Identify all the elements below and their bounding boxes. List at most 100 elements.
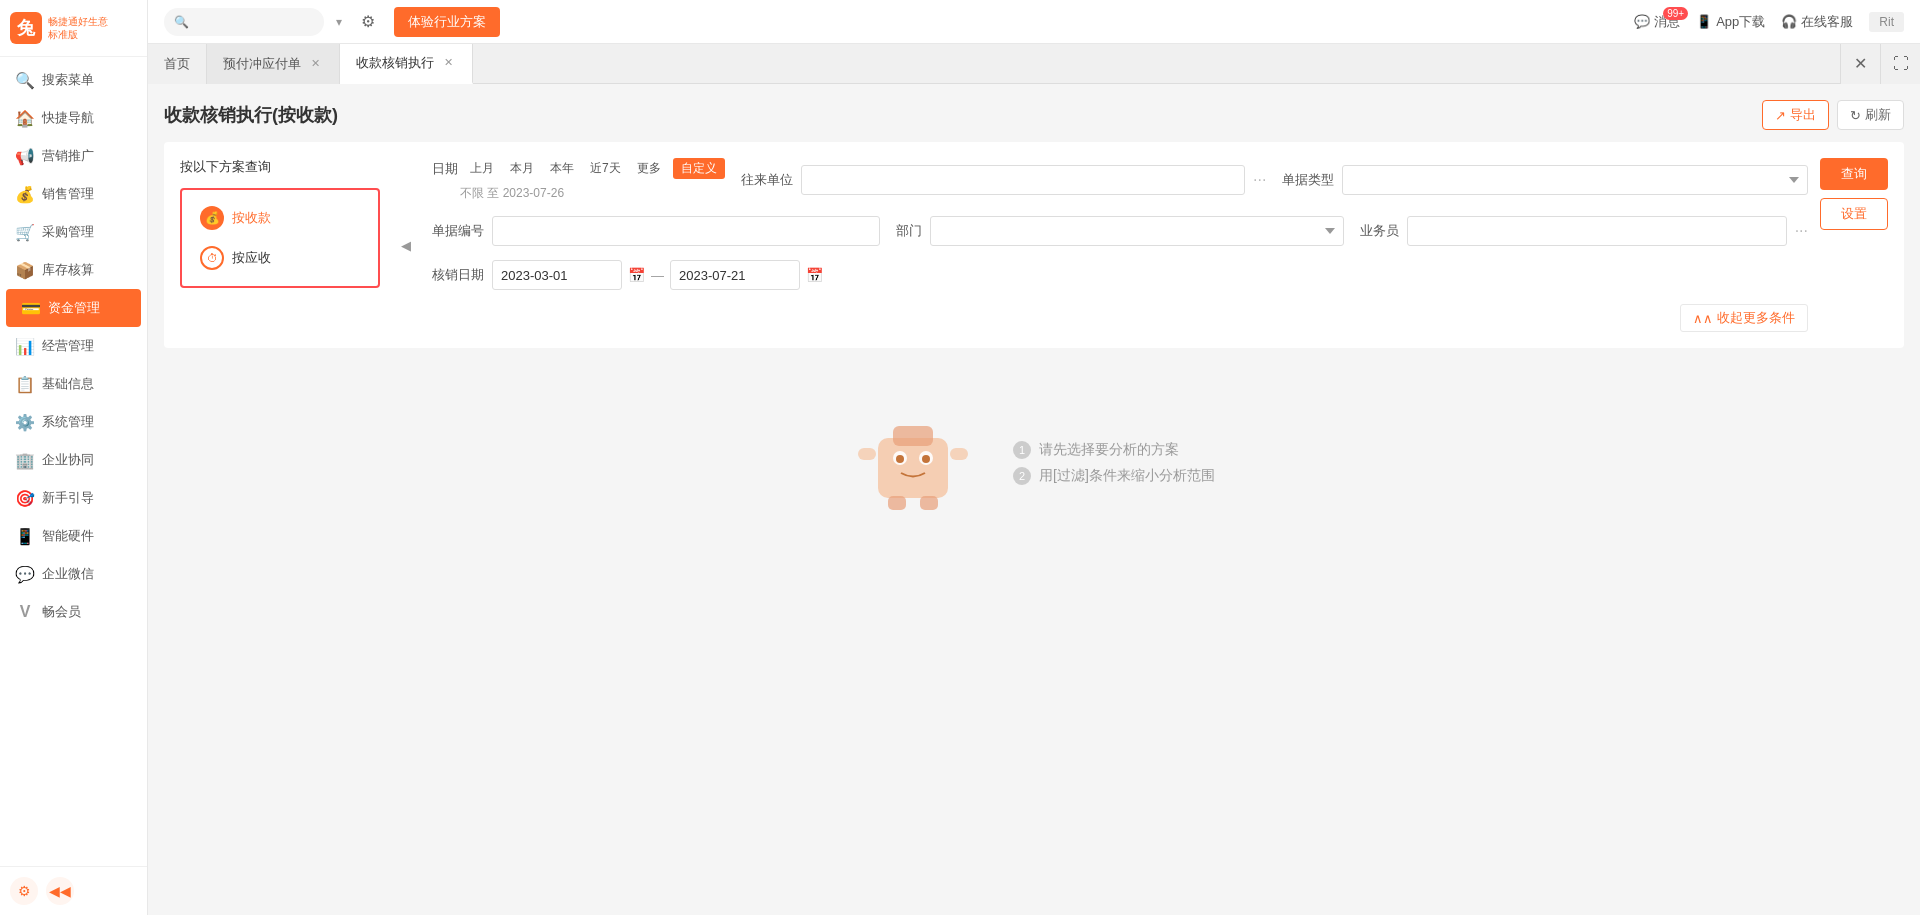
- svg-rect-8: [888, 496, 906, 510]
- offset-date-end[interactable]: [670, 260, 800, 290]
- query-btn[interactable]: 查询: [1820, 158, 1888, 190]
- sidebar-item-sales[interactable]: 💰 销售管理: [0, 175, 147, 213]
- sidebar-item-smart-hw[interactable]: 📱 智能硬件: [0, 517, 147, 555]
- filter-by-receivable[interactable]: ⏱ 按应收: [190, 238, 370, 278]
- topbar: 🔍 ▾ ⚙ 体验行业方案 💬 消息 99+ 📱 App下载 🎧 在线客服 Rit: [148, 0, 1920, 44]
- tab-receipt-offset[interactable]: 收款核销执行 ✕: [340, 44, 473, 84]
- sidebar-item-purchase[interactable]: 🛒 采购管理: [0, 213, 147, 251]
- app-logo: 兔 畅捷通好生意 标准版: [0, 0, 147, 57]
- salesman-input[interactable]: [1407, 216, 1787, 246]
- empty-tips: 1 请先选择要分析的方案 2 用[过滤]条件来缩小分析范围: [1013, 441, 1215, 485]
- sidebar-menu: 🔍 搜索菜单 🏠 快捷导航 📢 营销推广 💰 销售管理 🛒 采购管理 📦 库存核…: [0, 57, 147, 866]
- empty-tip-2: 2 用[过滤]条件来缩小分析范围: [1013, 467, 1215, 485]
- tab-expand-btn[interactable]: ⛶: [1880, 44, 1920, 84]
- page-title: 收款核销执行(按收款): [164, 103, 338, 127]
- date-custom-btn[interactable]: 自定义: [673, 158, 725, 179]
- form-group-salesman: 业务员 ···: [1360, 216, 1808, 246]
- salesman-label: 业务员: [1360, 222, 1399, 240]
- filter-sidebar-box: 💰 按收款 ⏱ 按应收: [180, 188, 380, 288]
- search-form-buttons: 查询 设置: [1820, 158, 1888, 332]
- department-select[interactable]: [930, 216, 1344, 246]
- svg-rect-6: [858, 448, 876, 460]
- logo-icon: 兔: [10, 12, 42, 44]
- solution-btn[interactable]: 体验行业方案: [394, 7, 500, 37]
- online-service-btn[interactable]: 🎧 在线客服: [1781, 13, 1853, 31]
- settings-bottom-btn[interactable]: ⚙: [10, 877, 38, 905]
- form-group-date: 日期 上月 本月 本年 近7天 更多 自定义: [432, 158, 725, 202]
- app-download-btn[interactable]: 📱 App下载: [1696, 13, 1765, 31]
- export-btn[interactable]: ↗ 导出: [1762, 100, 1829, 130]
- date-quick-select: 上月 本月 本年 近7天 更多 自定义: [466, 158, 725, 179]
- date-btn-7days[interactable]: 近7天: [586, 158, 625, 179]
- collapse-sidebar-btn[interactable]: ◀◀: [46, 877, 74, 905]
- doc-type-select[interactable]: [1342, 165, 1808, 195]
- date-btn-last-month[interactable]: 上月: [466, 158, 498, 179]
- sidebar-item-vip[interactable]: V 畅会员: [0, 593, 147, 631]
- sidebar-item-basic-info[interactable]: 📋 基础信息: [0, 365, 147, 403]
- calendar-end-icon[interactable]: 📅: [806, 267, 823, 283]
- basic-info-icon: 📋: [16, 375, 34, 393]
- date-label: 日期: [432, 160, 458, 178]
- sidebar-item-inventory[interactable]: 📦 库存核算: [0, 251, 147, 289]
- purchase-icon: 🛒: [16, 223, 34, 241]
- svg-point-5: [922, 455, 930, 463]
- refresh-btn[interactable]: ↻ 刷新: [1837, 100, 1904, 130]
- form-group-doc-number: 单据编号: [432, 216, 880, 246]
- svg-rect-1: [893, 426, 933, 446]
- form-row-3: 核销日期 📅 — 📅: [432, 260, 1808, 290]
- calendar-start-icon[interactable]: 📅: [628, 267, 645, 283]
- topbar-right: 💬 消息 99+ 📱 App下载 🎧 在线客服 Rit: [1634, 12, 1904, 32]
- finance-icon: 💳: [22, 299, 40, 317]
- date-btn-more[interactable]: 更多: [633, 158, 665, 179]
- search-menu-icon: 🔍: [16, 71, 34, 89]
- sidebar-item-enterprise[interactable]: 🏢 企业协同: [0, 441, 147, 479]
- topbar-dropdown-arrow[interactable]: ▾: [336, 15, 342, 29]
- offset-date-start[interactable]: [492, 260, 622, 290]
- tip-num-1: 1: [1013, 441, 1031, 459]
- sidebar-item-quick-nav[interactable]: 🏠 快捷导航: [0, 99, 147, 137]
- filter-by-receipt[interactable]: 💰 按收款: [190, 198, 370, 238]
- sidebar-item-guide[interactable]: 🎯 新手引导: [0, 479, 147, 517]
- svg-rect-7: [950, 448, 968, 460]
- offset-date-range: 📅 — 📅: [492, 260, 823, 290]
- date-btn-this-year[interactable]: 本年: [546, 158, 578, 179]
- filter-panel: 按以下方案查询 💰 按收款 ⏱ 按应收 ◀: [164, 142, 1904, 348]
- tab-prepay[interactable]: 预付冲应付单 ✕: [207, 44, 340, 84]
- topbar-gear-btn[interactable]: ⚙: [354, 8, 382, 36]
- sidebar-bottom: ⚙ ◀◀: [0, 866, 147, 915]
- date-btn-this-month[interactable]: 本月: [506, 158, 538, 179]
- operation-icon: 📊: [16, 337, 34, 355]
- message-badge[interactable]: 💬 消息 99+: [1634, 13, 1680, 31]
- sidebar-item-wechat[interactable]: 💬 企业微信: [0, 555, 147, 593]
- doc-number-label: 单据编号: [432, 222, 484, 240]
- tab-home[interactable]: 首页: [148, 44, 207, 84]
- more-conditions-btn[interactable]: ∧∧ 收起更多条件: [1680, 304, 1808, 332]
- sidebar-item-operation[interactable]: 📊 经营管理: [0, 327, 147, 365]
- filter-collapse-btn[interactable]: ◀: [396, 158, 416, 332]
- sidebar-item-marketing[interactable]: 📢 营销推广: [0, 137, 147, 175]
- wechat-icon: 💬: [16, 565, 34, 583]
- smart-hw-icon: 📱: [16, 527, 34, 545]
- sidebar-item-finance[interactable]: 💳 资金管理: [6, 289, 141, 327]
- doc-number-input[interactable]: [492, 216, 880, 246]
- date-separator: —: [651, 268, 664, 283]
- salesman-dots[interactable]: ···: [1795, 222, 1808, 240]
- enterprise-icon: 🏢: [16, 451, 34, 469]
- more-conditions: ∧∧ 收起更多条件: [432, 304, 1808, 332]
- counterparty-dots[interactable]: ···: [1253, 171, 1266, 189]
- search-form: 日期 上月 本月 本年 近7天 更多 自定义: [432, 158, 1888, 332]
- tab-receipt-offset-close[interactable]: ✕: [440, 55, 456, 71]
- marketing-icon: 📢: [16, 147, 34, 165]
- setting-btn[interactable]: 设置: [1820, 198, 1888, 230]
- counterparty-input[interactable]: [801, 165, 1245, 195]
- sidebar-item-system[interactable]: ⚙️ 系统管理: [0, 403, 147, 441]
- sidebar-item-search-menu[interactable]: 🔍 搜索菜单: [0, 61, 147, 99]
- user-avatar[interactable]: Rit: [1869, 12, 1904, 32]
- receivable-filter-icon: ⏱: [200, 246, 224, 270]
- department-label: 部门: [896, 222, 922, 240]
- form-row-1: 日期 上月 本月 本年 近7天 更多 自定义: [432, 158, 1808, 202]
- tab-close-all-btn[interactable]: ✕: [1840, 44, 1880, 84]
- topbar-search-box[interactable]: 🔍: [164, 8, 324, 36]
- vip-icon: V: [16, 603, 34, 621]
- tab-prepay-close[interactable]: ✕: [307, 56, 323, 72]
